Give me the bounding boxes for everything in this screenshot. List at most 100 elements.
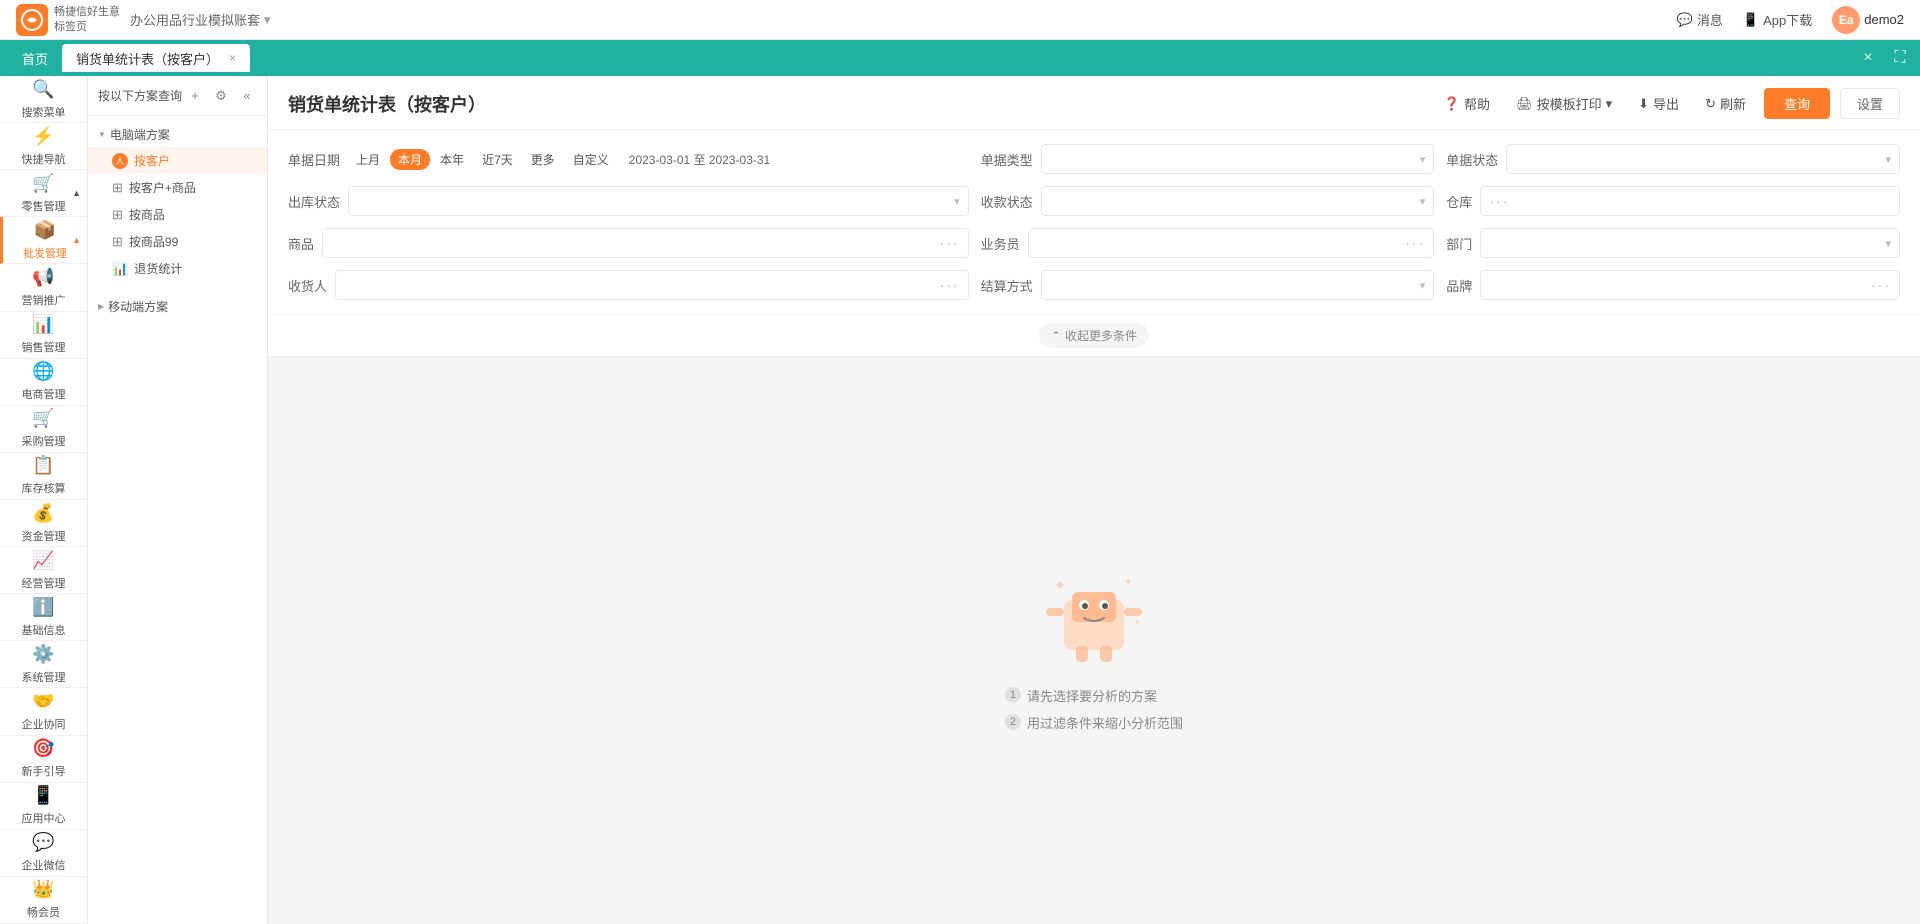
header-right: 💬 消息 📱 App下载 Ea demo2 xyxy=(1677,6,1904,34)
scheme-group-mobile: ▶ 移动端方案 xyxy=(88,288,267,325)
sidebar: 🔍 搜索菜单 ⚡ 快捷导航 🛒 零售管理 📦 批发管理 📢 营销推广 📊 销售管… xyxy=(0,76,88,924)
tip-num-2: 2 xyxy=(1005,714,1021,730)
svg-text:✦: ✦ xyxy=(1134,618,1141,627)
user-area[interactable]: Ea demo2 xyxy=(1832,6,1904,34)
scheme-item-returns[interactable]: 📊 退货统计 xyxy=(88,255,267,282)
department-select[interactable]: ▾ xyxy=(1480,228,1900,258)
basics-icon: ℹ️ xyxy=(32,597,54,618)
refresh-button[interactable]: ↻ 刷新 xyxy=(1697,90,1754,117)
sidebar-item-operations[interactable]: 📈 经营管理 xyxy=(0,547,87,594)
sidebar-item-inventory[interactable]: 📋 库存核算 xyxy=(0,453,87,500)
filter-item-goods: 商品 ··· xyxy=(288,228,969,258)
sidebar-item-retail[interactable]: 🛒 零售管理 xyxy=(0,170,87,217)
scheme-goods-icon: ⊞ xyxy=(112,207,123,223)
export-button[interactable]: ⬇ 导出 xyxy=(1630,90,1687,117)
collapse-button[interactable]: ⌃ 收起更多条件 xyxy=(1039,323,1149,348)
date-tab-7days[interactable]: 近7天 xyxy=(474,149,521,170)
sidebar-item-finance[interactable]: 💰 资金管理 xyxy=(0,500,87,547)
settings-button[interactable]: 设置 xyxy=(1840,88,1900,119)
avatar: Ea xyxy=(1832,6,1860,34)
date-tab-this-month[interactable]: 本月 xyxy=(390,149,430,170)
sidebar-operations-label: 经营管理 xyxy=(22,575,66,591)
salesperson-select[interactable]: ··· xyxy=(1028,228,1435,258)
tab-home[interactable]: 首页 xyxy=(8,44,62,72)
settlement-label: 结算方式 xyxy=(981,276,1033,295)
sidebar-item-marketing[interactable]: 📢 营销推广 xyxy=(0,264,87,311)
sidebar-item-appcenter[interactable]: 📱 应用中心 xyxy=(0,783,87,830)
sidebar-item-cooperation[interactable]: 🤝 企业协同 xyxy=(0,688,87,735)
scheme-collapse-button[interactable]: « xyxy=(237,86,257,106)
sidebar-item-member[interactable]: 👑 畅会员 xyxy=(0,877,87,924)
stock-status-chevron-icon: ▾ xyxy=(954,195,960,208)
filter-item-salesperson: 业务员 ··· xyxy=(981,228,1435,258)
query-button[interactable]: 查询 xyxy=(1764,88,1830,119)
sidebar-item-search[interactable]: 🔍 搜索菜单 xyxy=(0,76,87,123)
scheme-item-by-goods[interactable]: ⊞ 按商品 xyxy=(88,201,267,228)
brand-select[interactable]: ··· xyxy=(1480,270,1900,300)
scheme-add-button[interactable]: + xyxy=(185,86,205,106)
date-tab-more[interactable]: 更多 xyxy=(523,149,563,170)
sidebar-search-label: 搜索菜单 xyxy=(22,104,66,120)
tab-sales-stats[interactable]: 销货单统计表（按客户） × xyxy=(62,44,250,72)
goods-select[interactable]: ··· xyxy=(322,228,969,258)
scheme-item-by-goods99[interactable]: ⊞ 按商品99 xyxy=(88,228,267,255)
sidebar-item-quicknav[interactable]: ⚡ 快捷导航 xyxy=(0,123,87,170)
newbie-icon: 🎯 xyxy=(32,738,54,759)
sales-icon: 📊 xyxy=(32,314,54,335)
sidebar-appcenter-label: 应用中心 xyxy=(22,810,66,826)
sidebar-item-corpwechat[interactable]: 💬 企业微信 xyxy=(0,830,87,877)
scheme-customer-goods-icon: ⊞ xyxy=(112,180,123,196)
page-header: 销货单统计表（按客户） ❓ 帮助 🖨 按模板打印 ▾ ⬇ xyxy=(268,76,1920,130)
warehouse-label: 仓库 xyxy=(1446,192,1472,211)
filter-row-2: 出库状态 ▾ 收款状态 ▾ 仓库 xyxy=(288,186,1900,216)
scheme-panel-header: 按以下方案查询 + ⚙ « xyxy=(88,76,267,116)
doc-type-select[interactable]: ▾ xyxy=(1041,144,1435,174)
stock-status-select[interactable]: ▾ xyxy=(348,186,969,216)
tab-close-icon[interactable]: × xyxy=(229,51,236,65)
scheme-settings-button[interactable]: ⚙ xyxy=(211,86,231,106)
help-label: 帮助 xyxy=(1464,94,1490,113)
filter-item-date: 单据日期 上月 本月 本年 近7天 更多 自定义 2023-03-01 至 20… xyxy=(288,149,969,170)
receiver-select[interactable]: ··· xyxy=(335,270,969,300)
print-button[interactable]: 🖨 按模板打印 ▾ xyxy=(1508,90,1620,117)
scheme-item-by-customer[interactable]: 人 按客户 xyxy=(88,147,267,174)
sidebar-item-purchase[interactable]: 🛒 采购管理 xyxy=(0,406,87,453)
tab-bar: 首页 销货单统计表（按客户） × × ⛶ xyxy=(0,40,1920,76)
help-icon: ❓ xyxy=(1444,96,1460,112)
app-download-button[interactable]: 📱 App下载 xyxy=(1743,10,1812,29)
scheme-group-mobile-title[interactable]: ▶ 移动端方案 xyxy=(88,294,267,319)
empty-tips: 1 请先选择要分析的方案 2 用过滤条件来缩小分析范围 xyxy=(1005,686,1183,732)
sidebar-item-ecommerce[interactable]: 🌐 电商管理 xyxy=(0,359,87,406)
scheme-returns-label: 退货统计 xyxy=(134,260,182,277)
salesperson-dots: ··· xyxy=(1405,235,1425,251)
date-label: 单据日期 xyxy=(288,150,340,169)
sidebar-item-system[interactable]: ⚙️ 系统管理 xyxy=(0,641,87,688)
message-button[interactable]: 💬 消息 xyxy=(1677,10,1723,29)
scheme-returns-icon: 📊 xyxy=(112,261,128,277)
settlement-select[interactable]: ▾ xyxy=(1041,270,1435,300)
sidebar-item-wholesale[interactable]: 📦 批发管理 xyxy=(0,217,87,264)
collapse-label: 收起更多条件 xyxy=(1065,327,1137,344)
filter-row-4: 收货人 ··· 结算方式 ▾ 品牌 xyxy=(288,270,1900,300)
sidebar-item-newbie[interactable]: 🎯 新手引导 xyxy=(0,736,87,783)
date-tab-last-month[interactable]: 上月 xyxy=(348,149,388,170)
scheme-group-pc-title[interactable]: ▼ 电脑端方案 xyxy=(88,122,267,147)
close-all-tab-button[interactable]: × xyxy=(1856,46,1880,70)
chevron-down-icon[interactable]: ▾ xyxy=(264,12,271,28)
date-tab-custom[interactable]: 自定义 xyxy=(565,149,617,170)
help-button[interactable]: ❓ 帮助 xyxy=(1436,90,1498,117)
tip-text-2: 用过滤条件来缩小分析范围 xyxy=(1027,713,1183,732)
date-tab-this-year[interactable]: 本年 xyxy=(432,149,472,170)
empty-illustration: ✦ ✦ ✦ xyxy=(1034,550,1154,670)
app-download-label: App下载 xyxy=(1763,10,1812,29)
scheme-item-by-customer-goods[interactable]: ⊞ 按客户+商品 xyxy=(88,174,267,201)
warehouse-dots: ··· xyxy=(1489,193,1509,209)
app-download-icon: 📱 xyxy=(1743,12,1759,28)
scheme-goods99-label: 按商品99 xyxy=(129,233,178,250)
payment-status-select[interactable]: ▾ xyxy=(1041,186,1435,216)
fullscreen-button[interactable]: ⛶ xyxy=(1888,46,1912,70)
sidebar-item-sales[interactable]: 📊 销售管理 xyxy=(0,312,87,359)
sidebar-item-basics[interactable]: ℹ️ 基础信息 xyxy=(0,594,87,641)
warehouse-select[interactable]: ··· xyxy=(1480,186,1900,216)
doc-status-select[interactable]: ▾ xyxy=(1506,144,1900,174)
